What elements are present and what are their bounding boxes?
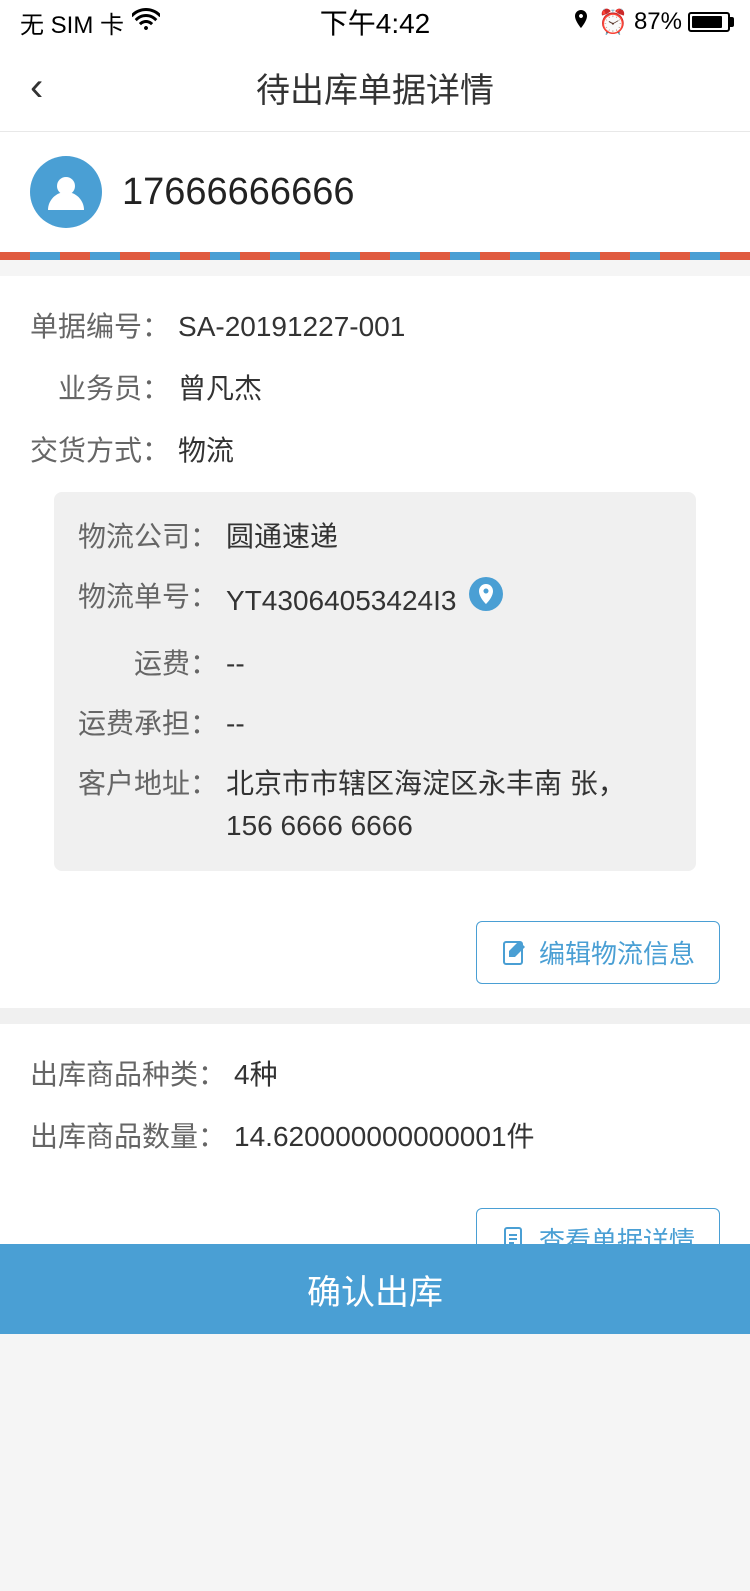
order-no-label: 单据编号： — [30, 306, 170, 348]
page-title: 待出库单据详情 — [256, 63, 494, 112]
product-type-row: 出库商品种类： 4种 — [30, 1054, 720, 1096]
status-left: 无 SIM 卡 — [20, 5, 160, 40]
order-info-section: 单据编号： SA-20191227-001 业务员： 曾凡杰 交货方式： 物流 … — [0, 276, 750, 901]
delivery-value: 物流 — [178, 430, 720, 472]
delivery-row: 交货方式： 物流 — [30, 430, 720, 472]
salesperson-label: 业务员： — [30, 368, 170, 410]
salesperson-value: 曾凡杰 — [178, 368, 720, 410]
dashed-divider — [0, 252, 750, 260]
edit-icon — [501, 939, 529, 967]
section-divider — [0, 1008, 750, 1024]
product-quantity-label: 出库商品数量： — [30, 1116, 226, 1158]
freight-row: 运费： -- — [78, 643, 672, 685]
product-quantity-value: 14.620000000000001件 — [234, 1116, 720, 1158]
address-label: 客户地址： — [78, 763, 218, 805]
status-right: ⏰ 87% — [570, 8, 730, 37]
edit-button-row: 编辑物流信息 — [0, 901, 750, 1008]
tracking-row: 物流单号： YT43064053424I3 — [78, 576, 672, 625]
carrier-text: 无 SIM 卡 — [20, 5, 124, 40]
battery-text: 87% — [634, 8, 682, 36]
tracking-location-icon[interactable] — [468, 576, 504, 625]
wifi-icon — [132, 8, 160, 37]
address-row: 客户地址： 北京市市辖区海淀区永丰南 张，156 6666 6666 — [78, 763, 672, 847]
freight-value: -- — [226, 643, 672, 685]
back-button[interactable]: ‹ — [30, 55, 53, 120]
freight-bear-label: 运费承担： — [78, 703, 218, 745]
logistics-company-label: 物流公司： — [78, 516, 218, 558]
tracking-label: 物流单号： — [78, 576, 218, 618]
nav-bar: ‹ 待出库单据详情 — [0, 44, 750, 132]
address-value: 北京市市辖区海淀区永丰南 张，156 6666 6666 — [226, 763, 672, 847]
status-bar: 无 SIM 卡 下午4:42 ⏰ 87% — [0, 0, 750, 44]
edit-logistics-button[interactable]: 编辑物流信息 — [476, 921, 720, 984]
product-section: 出库商品种类： 4种 出库商品数量： 14.620000000000001件 — [0, 1024, 750, 1188]
logistics-company-value: 圆通速递 — [226, 516, 672, 558]
product-quantity-row: 出库商品数量： 14.620000000000001件 — [30, 1116, 720, 1158]
freight-label: 运费： — [78, 643, 218, 685]
battery-icon — [688, 12, 730, 32]
confirm-button[interactable]: 确认出库 — [0, 1244, 750, 1334]
avatar — [30, 156, 102, 228]
status-time: 下午4:42 — [320, 2, 431, 42]
tracking-value: YT43064053424I3 — [226, 576, 672, 625]
product-type-label: 出库商品种类： — [30, 1054, 226, 1096]
freight-bear-value: -- — [226, 703, 672, 745]
location-status-icon — [570, 8, 592, 37]
order-no-value: SA-20191227-001 — [178, 306, 720, 348]
freight-bear-row: 运费承担： -- — [78, 703, 672, 745]
logistics-section: 物流公司： 圆通速递 物流单号： YT43064053424I3 — [54, 492, 696, 871]
salesperson-row: 业务员： 曾凡杰 — [30, 368, 720, 410]
product-type-value: 4种 — [234, 1054, 720, 1096]
logistics-company-row: 物流公司： 圆通速递 — [78, 516, 672, 558]
customer-header: 17666666666 — [0, 132, 750, 252]
order-no-row: 单据编号： SA-20191227-001 — [30, 306, 720, 348]
alarm-icon: ⏰ — [598, 8, 628, 37]
customer-phone: 17666666666 — [122, 171, 354, 214]
delivery-label: 交货方式： — [30, 430, 170, 472]
